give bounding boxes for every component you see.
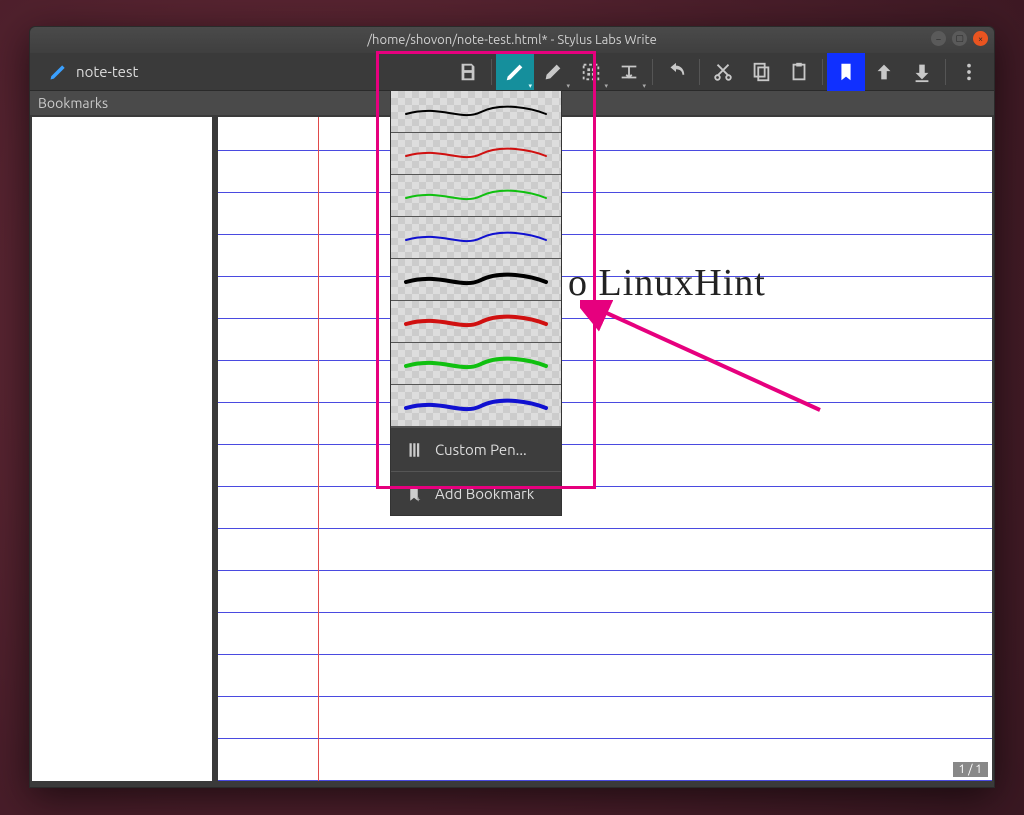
insert-space-icon <box>618 61 640 83</box>
handwritten-text: o LinuxHint <box>568 261 766 305</box>
pen-tool-button[interactable]: ▾ <box>496 53 534 91</box>
pen-swatch[interactable] <box>391 301 561 343</box>
cut-icon <box>712 61 734 83</box>
window-title: /home/shovon/note-test.html* - Stylus La… <box>367 33 657 47</box>
pen-swatch[interactable] <box>391 91 561 133</box>
pen-swatch[interactable] <box>391 385 561 427</box>
titlebar: /home/shovon/note-test.html* - Stylus La… <box>30 27 994 53</box>
minimize-button[interactable]: – <box>931 31 946 46</box>
add-bookmark-label: Add Bookmark <box>435 485 534 502</box>
pen-dropdown-popup: Custom Pen... + Add Bookmark <box>390 90 562 516</box>
pen-swatch[interactable] <box>391 217 561 259</box>
pen-swatch[interactable] <box>391 343 561 385</box>
pencil-icon <box>504 61 526 83</box>
highlighter-tool-button[interactable]: ▾ <box>534 53 572 91</box>
bookmark-icon <box>835 61 857 83</box>
svg-text:+: + <box>416 495 420 503</box>
bookmarks-sidebar[interactable] <box>32 117 212 781</box>
dropdown-indicator-icon: ▾ <box>528 82 532 90</box>
bookmark-add-icon: + <box>405 485 423 503</box>
toolbar-separator <box>822 59 823 85</box>
highlighter-icon <box>542 61 564 83</box>
cut-button[interactable] <box>704 53 742 91</box>
toolbar-separator <box>491 59 492 85</box>
dropdown-indicator-icon: ▾ <box>604 82 608 90</box>
insert-space-tool-button[interactable]: ▾ <box>610 53 648 91</box>
menu-button[interactable] <box>950 53 988 91</box>
custom-pen-item[interactable]: Custom Pen... <box>391 427 561 471</box>
ruled-paper <box>218 117 992 781</box>
custom-pen-label: Custom Pen... <box>435 441 527 458</box>
pen-nib-icon <box>48 62 68 82</box>
document-tab[interactable]: note-test <box>30 53 156 90</box>
dropdown-indicator-icon: ▾ <box>642 82 646 90</box>
copy-icon <box>750 61 772 83</box>
pen-swatch[interactable] <box>391 133 561 175</box>
pen-swatch[interactable] <box>391 175 561 217</box>
prev-page-button[interactable] <box>865 53 903 91</box>
page-counter: 1 / 1 <box>953 762 988 777</box>
paste-icon <box>788 61 810 83</box>
save-button[interactable] <box>449 53 487 91</box>
next-page-button[interactable] <box>903 53 941 91</box>
arrow-down-icon <box>911 61 933 83</box>
toolbar-separator <box>699 59 700 85</box>
canvas-area[interactable]: o LinuxHint 1 / 1 <box>218 117 992 781</box>
maximize-button[interactable]: ▢ <box>952 31 967 46</box>
copy-button[interactable] <box>742 53 780 91</box>
bookmark-button[interactable] <box>827 53 865 91</box>
window-controls: – ▢ × <box>931 31 988 46</box>
undo-icon <box>665 61 687 83</box>
close-button[interactable]: × <box>973 31 988 46</box>
pen-swatch[interactable] <box>391 259 561 301</box>
document-tab-label: note-test <box>76 63 138 80</box>
undo-button[interactable] <box>657 53 695 91</box>
toolbar: note-test ▾ ▾ ▾ ▾ <box>30 53 994 91</box>
paste-button[interactable] <box>780 53 818 91</box>
toolbar-separator <box>945 59 946 85</box>
add-bookmark-item[interactable]: + Add Bookmark <box>391 471 561 515</box>
save-icon <box>457 61 479 83</box>
pens-icon <box>405 441 423 459</box>
selection-icon <box>580 61 602 83</box>
bookmarks-header-label: Bookmarks <box>38 95 108 111</box>
margin-line <box>318 117 319 781</box>
selection-tool-button[interactable]: ▾ <box>572 53 610 91</box>
toolbar-separator <box>652 59 653 85</box>
dropdown-indicator-icon: ▾ <box>566 82 570 90</box>
kebab-menu-icon <box>958 61 980 83</box>
arrow-up-icon <box>873 61 895 83</box>
